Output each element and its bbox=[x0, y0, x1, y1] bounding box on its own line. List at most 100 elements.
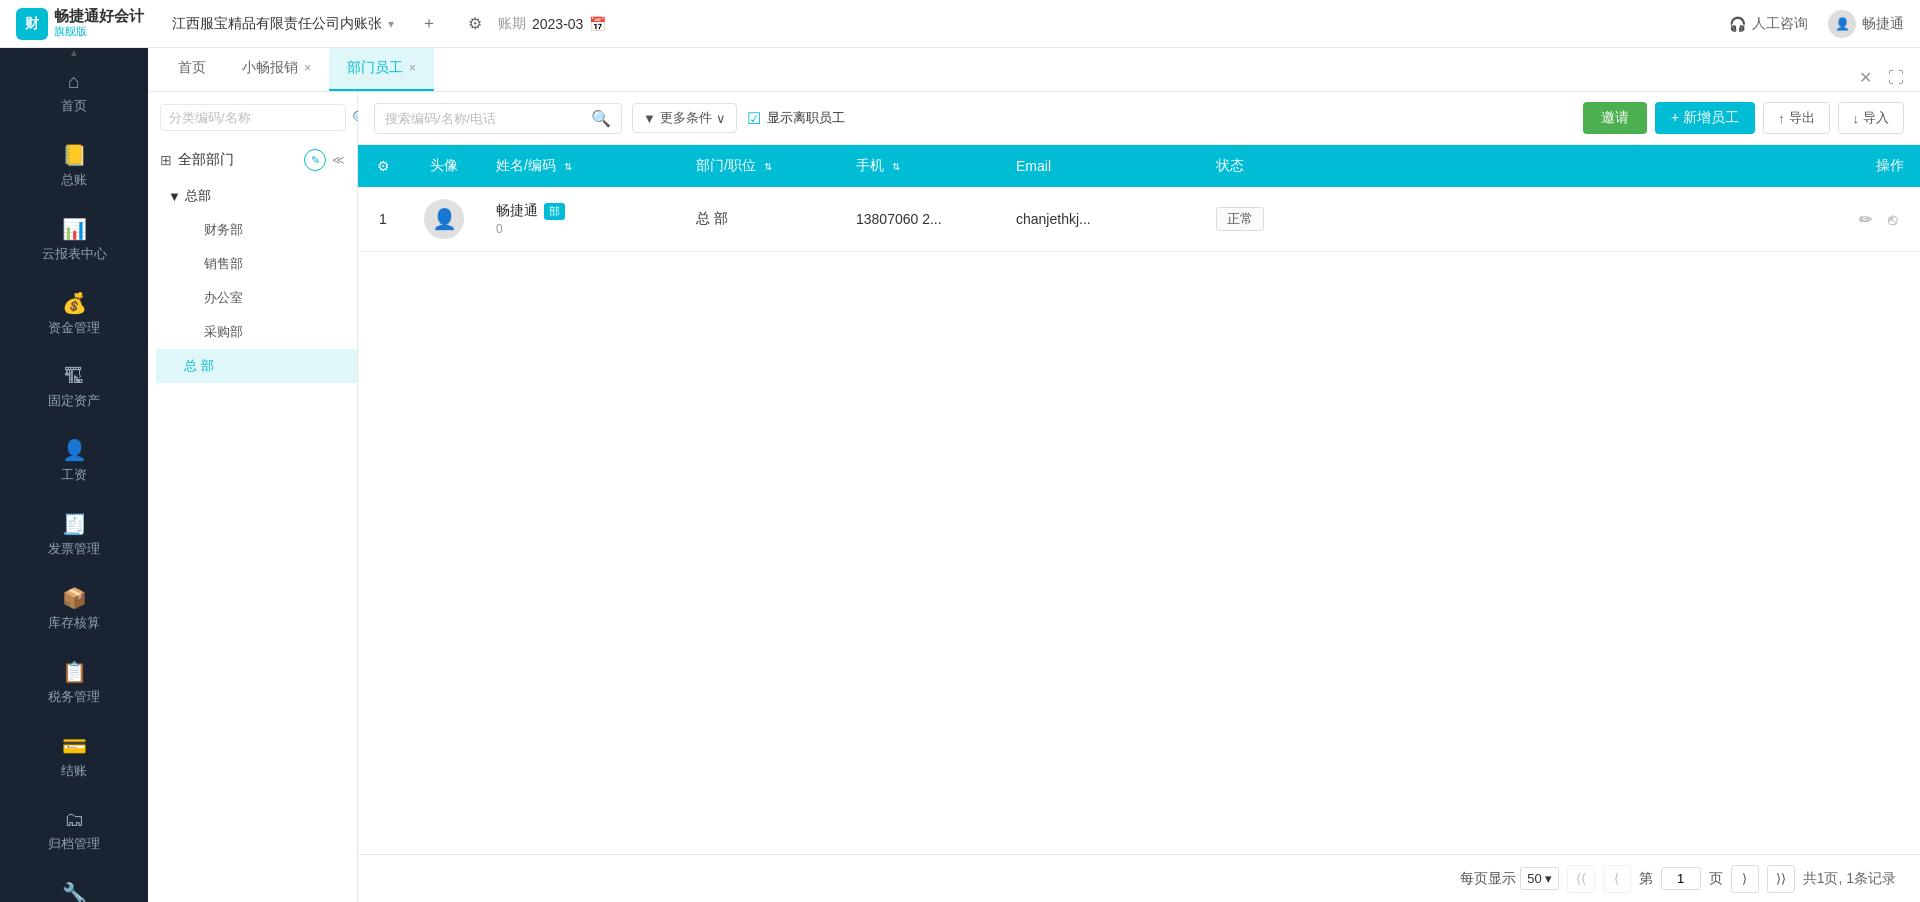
sidebar-item-inventory[interactable]: 📦 库存核算 bbox=[0, 572, 148, 646]
page-content: 🔍 ⊞ 全部部门 ✎ ≪ ▼ 总部 bbox=[148, 92, 1920, 902]
name-sort-icon: ⇅ bbox=[564, 161, 572, 172]
dept-item-purchase[interactable]: 采购部 bbox=[176, 315, 357, 349]
sidebar-label-ledger: 总账 bbox=[61, 171, 87, 189]
tab-employee-label: 部门员工 bbox=[347, 59, 403, 77]
sidebar-item-invoice[interactable]: 🧾 发票管理 bbox=[0, 498, 148, 572]
status-badge: 正常 bbox=[1216, 207, 1264, 231]
calendar-icon[interactable]: 📅 bbox=[589, 16, 606, 32]
sidebar-label-reports: 云报表中心 bbox=[42, 245, 107, 263]
sidebar-item-checkout[interactable]: 💳 结账 bbox=[0, 720, 148, 794]
all-depts-header[interactable]: ⊞ 全部部门 ✎ ≪ bbox=[148, 141, 357, 179]
all-depts-label: 全部部门 bbox=[178, 151, 298, 169]
dept-head-label: 总部 bbox=[185, 187, 211, 205]
sidebar-item-fixed-assets[interactable]: 🏗 固定资产 bbox=[0, 351, 148, 424]
dept-item-office[interactable]: 办公室 bbox=[176, 281, 357, 315]
filter-icon: ▼ bbox=[643, 111, 656, 126]
col-header-dept[interactable]: 部门/职位 ⇅ bbox=[680, 145, 840, 187]
expand-icon: ▼ bbox=[168, 189, 181, 204]
dept-item-general[interactable]: 总 部 bbox=[156, 349, 357, 383]
sidebar-item-salary[interactable]: 👤 工资 bbox=[0, 424, 148, 498]
top-actions: ＋ ⚙ bbox=[414, 9, 490, 39]
user-name: 畅捷通 bbox=[1862, 15, 1904, 33]
add-tab-button[interactable]: ＋ bbox=[414, 9, 444, 39]
dept-search-area: 🔍 bbox=[148, 104, 357, 141]
dept-head-expand[interactable]: ▼ 总部 bbox=[156, 179, 357, 213]
tab-expense[interactable]: 小畅报销 × bbox=[224, 48, 329, 91]
page-next-button[interactable]: ⟩ bbox=[1731, 865, 1759, 893]
export-button[interactable]: ↑ 导出 bbox=[1763, 102, 1830, 134]
sidebar-item-tax[interactable]: 📋 税务管理 bbox=[0, 646, 148, 720]
company-dropdown-icon: ▾ bbox=[388, 17, 394, 31]
window-maximize-button[interactable]: ⛶ bbox=[1884, 65, 1908, 91]
dept-tree: ⊞ 全部部门 ✎ ≪ ▼ 总部 财务部 bbox=[148, 141, 357, 890]
tab-home[interactable]: 首页 bbox=[160, 48, 224, 91]
tax-icon: 📋 bbox=[62, 660, 87, 684]
col-header-settings[interactable]: ⚙ bbox=[358, 145, 408, 187]
tab-employee-close[interactable]: × bbox=[409, 61, 416, 75]
emp-table: ⚙ 头像 姓名/编码 ⇅ 部门/职位 bbox=[358, 145, 1920, 854]
emp-pagination: 每页显示 50 ▾ ⟨⟨ ⟨ 第 页 ⟩ ⟩⟩ 共1页, 1条记录 bbox=[358, 854, 1920, 902]
add-employee-button[interactable]: + 新增员工 bbox=[1655, 102, 1755, 134]
page-last-button[interactable]: ⟩⟩ bbox=[1767, 865, 1795, 893]
dept-collapse-icon[interactable]: ≪ bbox=[332, 153, 345, 167]
col-header-name[interactable]: 姓名/编码 ⇅ bbox=[480, 145, 680, 187]
sidebar-item-expense[interactable]: 🔧 小畅报销 bbox=[0, 867, 148, 902]
sidebar-item-reports[interactable]: 📊 云报表中心 bbox=[0, 203, 148, 277]
dept-office-label: 办公室 bbox=[204, 289, 243, 307]
grid-icon: ⊞ bbox=[160, 152, 172, 168]
filter-button[interactable]: ▼ 更多条件 ∨ bbox=[632, 103, 737, 133]
consultant-button[interactable]: 🎧 人工咨询 bbox=[1729, 15, 1808, 33]
user-info[interactable]: 👤 畅捷通 bbox=[1828, 10, 1904, 38]
sidebar-label-capital: 资金管理 bbox=[48, 319, 100, 337]
import-button[interactable]: ↓ 导入 bbox=[1838, 102, 1905, 134]
dept-general-label: 总 部 bbox=[184, 357, 214, 375]
tab-employee[interactable]: 部门员工 × bbox=[329, 48, 434, 91]
tab-expense-close[interactable]: × bbox=[304, 61, 311, 75]
show-resigned-label[interactable]: ☑ 显示离职员工 bbox=[747, 109, 845, 128]
page-first-button[interactable]: ⟨⟨ bbox=[1567, 865, 1595, 893]
invite-button[interactable]: 邀请 bbox=[1583, 102, 1647, 134]
table-header-row: ⚙ 头像 姓名/编码 ⇅ 部门/职位 bbox=[358, 145, 1920, 187]
settings-button[interactable]: ⚙ bbox=[460, 9, 490, 39]
main-layout: ▲ ⌂ 首页 📒 总账 📊 云报表中心 💰 资金管理 🏗 固定资产 👤 工资 🧾 bbox=[0, 48, 1920, 902]
dept-group-head: ▼ 总部 财务部 销售部 办公室 bbox=[148, 179, 357, 383]
page-input[interactable] bbox=[1661, 867, 1701, 890]
dept-item-sales[interactable]: 销售部 bbox=[176, 247, 357, 281]
sidebar-label-checkout: 结账 bbox=[61, 762, 87, 780]
col-header-phone[interactable]: 手机 ⇅ bbox=[840, 145, 1000, 187]
sidebar-item-home[interactable]: ⌂ 首页 bbox=[0, 56, 148, 129]
company-selector[interactable]: 江西服宝精品有限责任公司内账张 ▾ bbox=[164, 15, 402, 33]
logo-text-block: 畅捷通好会计 旗舰版 bbox=[54, 8, 144, 40]
sidebar-item-ledger[interactable]: 📒 总账 bbox=[0, 129, 148, 203]
sidebar-label-fixed-assets: 固定资产 bbox=[48, 392, 100, 410]
window-close-button[interactable]: ✕ bbox=[1855, 64, 1876, 91]
dept-edit-button[interactable]: ✎ bbox=[304, 149, 326, 171]
home-icon: ⌂ bbox=[68, 70, 80, 93]
page-total: 共1页, 1条记录 bbox=[1803, 870, 1896, 888]
headset-icon: 🎧 bbox=[1729, 16, 1746, 32]
sidebar-item-archive[interactable]: 🗂 归档管理 bbox=[0, 794, 148, 867]
page-label: 页 bbox=[1709, 870, 1723, 888]
page-label-pre: 第 bbox=[1639, 870, 1653, 888]
page-size-arrow: ▾ bbox=[1545, 871, 1552, 886]
emp-search-icon[interactable]: 🔍 bbox=[591, 109, 611, 128]
sidebar-scroll-up[interactable]: ▲ bbox=[0, 48, 148, 56]
logout-employee-button[interactable]: ⎋ bbox=[1882, 209, 1904, 231]
tab-home-label: 首页 bbox=[178, 59, 206, 77]
cell-name: 畅捷通 部 0 bbox=[480, 187, 680, 252]
import-label: 导入 bbox=[1863, 109, 1889, 127]
sidebar-label-salary: 工资 bbox=[61, 466, 87, 484]
page-prev-button[interactable]: ⟨ bbox=[1603, 865, 1631, 893]
dept-item-finance[interactable]: 财务部 bbox=[176, 213, 357, 247]
edit-employee-button[interactable]: ✏ bbox=[1853, 208, 1878, 231]
cell-avatar: 👤 bbox=[408, 187, 480, 252]
period-label: 账期 bbox=[498, 15, 526, 33]
cell-actions: ✏ ⎋ bbox=[1350, 187, 1920, 252]
page-size-select[interactable]: 50 ▾ bbox=[1520, 867, 1558, 890]
emp-search-input[interactable] bbox=[385, 111, 585, 126]
sidebar-item-capital[interactable]: 💰 资金管理 bbox=[0, 277, 148, 351]
dept-search-input[interactable] bbox=[160, 104, 346, 131]
ledger-icon: 📒 bbox=[62, 143, 87, 167]
salary-icon: 👤 bbox=[62, 438, 87, 462]
page-size-value: 50 bbox=[1527, 871, 1541, 886]
